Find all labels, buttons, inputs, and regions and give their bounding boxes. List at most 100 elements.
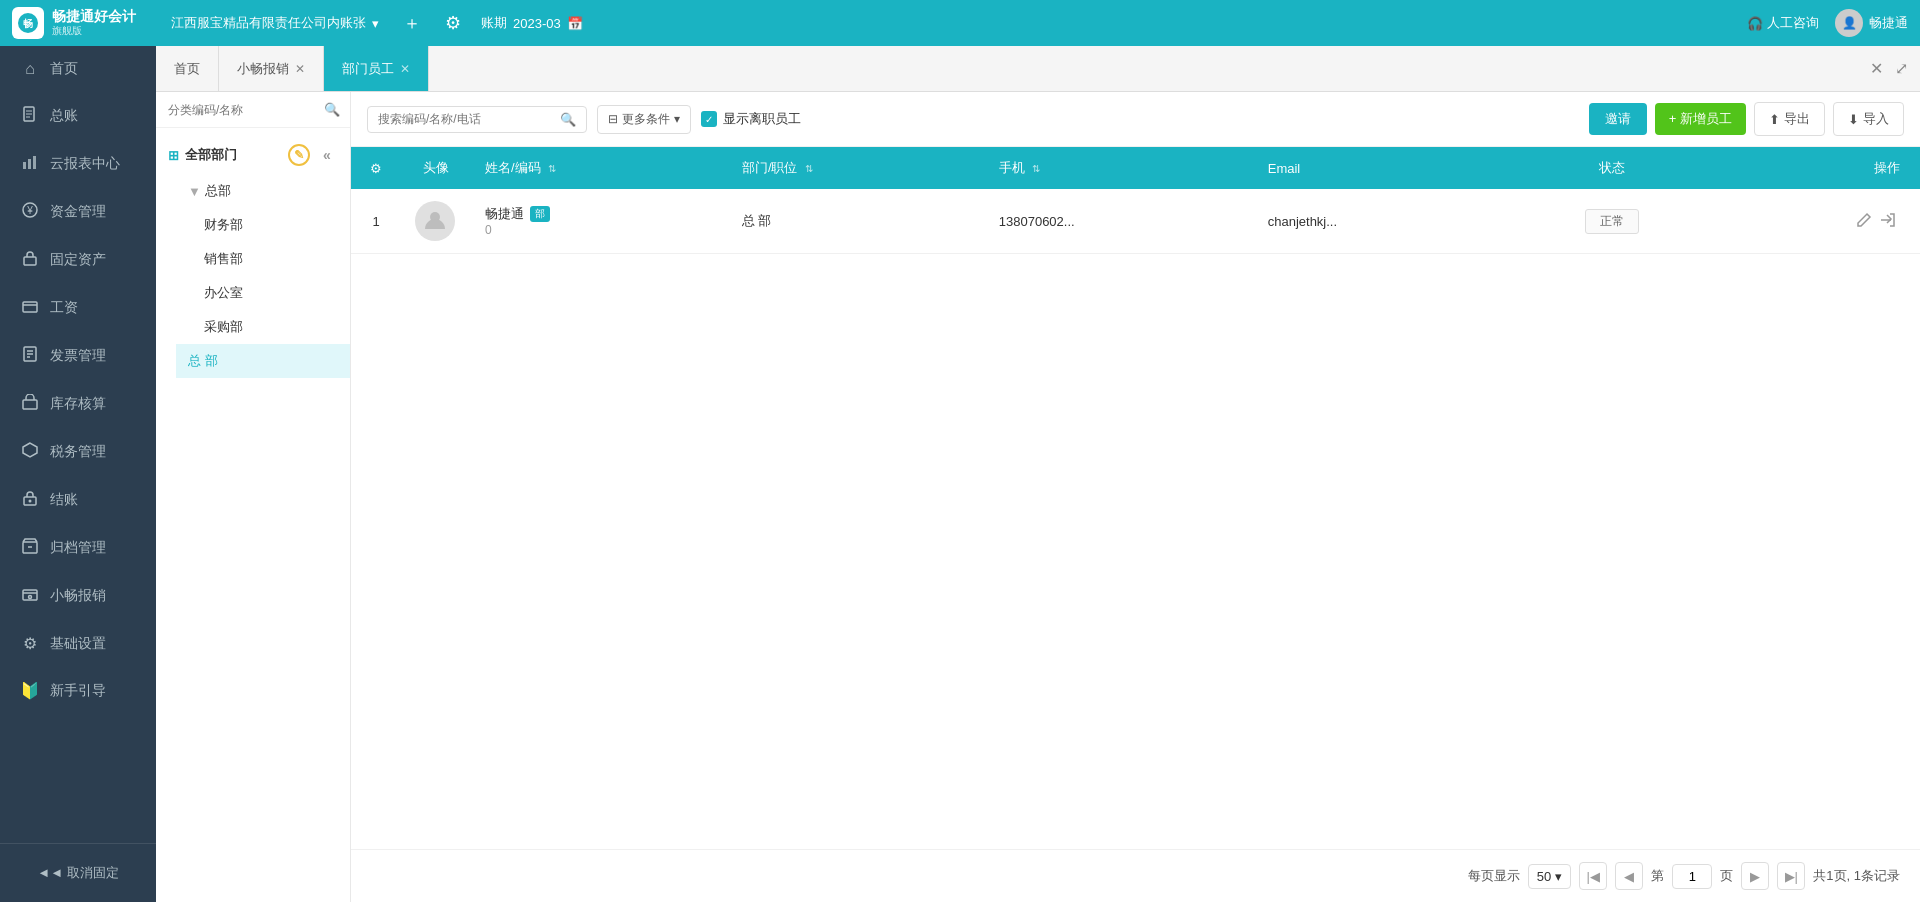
tab-close-button[interactable]: ✕ xyxy=(1870,59,1883,78)
sidebar-item-close[interactable]: 结账 xyxy=(0,476,156,524)
import-icon: ⬇ xyxy=(1848,112,1859,127)
sidebar-item-ledger[interactable]: 总账 xyxy=(0,92,156,140)
sidebar-item-reports[interactable]: 云报表中心 xyxy=(0,140,156,188)
tab-employees[interactable]: 部门员工 ✕ xyxy=(324,46,429,91)
show-resigned-checkbox[interactable]: ✓ xyxy=(701,111,717,127)
page-number-input[interactable] xyxy=(1672,864,1712,889)
sidebar-label-home: 首页 xyxy=(50,60,78,78)
next-page-button[interactable]: ▶ xyxy=(1741,862,1769,890)
content-area: 首页 小畅报销 ✕ 部门员工 ✕ ✕ ⤢ 🔍 xyxy=(156,46,1920,902)
col-phone[interactable]: 手机 ⇅ xyxy=(985,147,1254,189)
logout-button[interactable] xyxy=(1880,212,1896,231)
fixed-icon xyxy=(20,250,40,270)
user-avatar: 👤 xyxy=(1835,9,1863,37)
tab-expense-close[interactable]: ✕ xyxy=(295,62,305,76)
home-icon: ⌂ xyxy=(20,60,40,78)
status-badge: 正常 xyxy=(1585,209,1639,234)
sidebar-bottom: ◄◄ 取消固定 xyxy=(0,843,156,902)
tab-employees-close[interactable]: ✕ xyxy=(400,62,410,76)
dept-item-finance[interactable]: 财务部 xyxy=(192,208,350,242)
dept-collapse-button[interactable]: « xyxy=(316,144,338,166)
export-label: 导出 xyxy=(1784,110,1810,128)
filter-button[interactable]: ⊟ 更多条件 ▾ xyxy=(597,105,691,134)
dept-edit-button[interactable]: ✎ xyxy=(288,144,310,166)
dept-tree: ⊞ 全部部门 ✎ « ▼ 总部 xyxy=(156,128,350,902)
cell-phone: 138070602... xyxy=(985,189,1254,254)
settings-button[interactable]: ⚙ xyxy=(441,8,465,38)
per-page-select[interactable]: 50 ▾ xyxy=(1528,864,1571,889)
svg-rect-8 xyxy=(33,156,36,169)
dept-item-purchase[interactable]: 采购部 xyxy=(192,310,350,344)
logo-text-area: 畅捷通好会计 旗舰版 xyxy=(52,8,136,39)
sidebar-item-salary[interactable]: 工资 xyxy=(0,284,156,332)
dept-item-office[interactable]: 办公室 xyxy=(192,276,350,310)
tab-expand-button[interactable]: ⤢ xyxy=(1895,59,1908,78)
action-buttons xyxy=(1732,212,1906,231)
show-resigned-toggle[interactable]: ✓ 显示离职员工 xyxy=(701,110,801,128)
support-button[interactable]: 🎧 人工咨询 xyxy=(1747,14,1819,32)
svg-rect-18 xyxy=(23,400,37,409)
header-right: 🎧 人工咨询 👤 畅捷通 xyxy=(1747,9,1908,37)
invite-button[interactable]: 邀请 xyxy=(1589,103,1647,135)
tab-home[interactable]: 首页 xyxy=(156,46,219,91)
employee-search-input[interactable] xyxy=(378,112,554,126)
edit-button[interactable] xyxy=(1856,212,1872,231)
tab-employees-label: 部门员工 xyxy=(342,60,394,78)
cell-actions xyxy=(1718,189,1920,254)
per-page-chevron: ▾ xyxy=(1555,869,1562,884)
tab-expense[interactable]: 小畅报销 ✕ xyxy=(219,46,324,91)
dept-label-purchase: 采购部 xyxy=(204,318,243,336)
table-row: 1 畅捷通 部 xyxy=(351,189,1920,254)
dept-search-input[interactable] xyxy=(168,103,318,117)
table-body: 1 畅捷通 部 xyxy=(351,189,1920,254)
dept-item-hq[interactable]: ▼ 总部 xyxy=(176,174,350,208)
first-page-button[interactable]: |◀ xyxy=(1579,862,1607,890)
dept-label-general: 总 部 xyxy=(188,352,218,370)
user-info[interactable]: 👤 畅捷通 xyxy=(1835,9,1908,37)
filter-label: 更多条件 xyxy=(622,111,670,128)
search-icon[interactable]: 🔍 xyxy=(560,112,576,127)
svg-rect-7 xyxy=(28,159,31,169)
sidebar-item-inventory[interactable]: 库存核算 xyxy=(0,380,156,428)
prev-page-button[interactable]: ◀ xyxy=(1615,862,1643,890)
dept-search-icon[interactable]: 🔍 xyxy=(324,102,340,117)
sidebar-label-capital: 资金管理 xyxy=(50,203,106,221)
per-page-value: 50 xyxy=(1537,869,1551,884)
col-dept[interactable]: 部门/职位 ⇅ xyxy=(728,147,985,189)
sidebar-item-invoice[interactable]: 发票管理 xyxy=(0,332,156,380)
col-status: 状态 xyxy=(1506,147,1718,189)
calendar-icon[interactable]: 📅 xyxy=(567,16,583,31)
dept-root-all[interactable]: ⊞ 全部部门 ✎ « xyxy=(156,136,350,174)
sidebar-item-tax[interactable]: 税务管理 xyxy=(0,428,156,476)
tax-icon xyxy=(20,442,40,462)
sidebar-label-basic: 基础设置 xyxy=(50,635,106,653)
last-page-button[interactable]: ▶| xyxy=(1777,862,1805,890)
page-suffix: 页 xyxy=(1720,867,1733,885)
per-page-label: 每页显示 xyxy=(1468,867,1520,885)
import-button[interactable]: ⬇ 导入 xyxy=(1833,102,1904,136)
company-selector[interactable]: 江西服宝精品有限责任公司内账张 ▾ xyxy=(171,14,379,32)
export-button[interactable]: ⬆ 导出 xyxy=(1754,102,1825,136)
sidebar-item-home[interactable]: ⌂ 首页 xyxy=(0,46,156,92)
logo-subtitle: 旗舰版 xyxy=(52,24,136,38)
sort-dept-icon: ⇅ xyxy=(805,163,813,174)
sidebar-item-basic[interactable]: ⚙ 基础设置 xyxy=(0,620,156,667)
sidebar-item-expense[interactable]: 小畅报销 xyxy=(0,572,156,620)
col-name[interactable]: 姓名/编码 ⇅ xyxy=(471,147,728,189)
col-settings[interactable]: ⚙ xyxy=(351,147,401,189)
dept-item-general[interactable]: 总 部 xyxy=(176,344,350,378)
main-layout: ⌂ 首页 总账 云报表中心 ¥ 资金管理 固定资产 xyxy=(0,46,1920,902)
add-employee-button[interactable]: + 新增员工 xyxy=(1655,103,1746,135)
pagination: 每页显示 50 ▾ |◀ ◀ 第 页 ▶ ▶| 共1页, 1条记录 xyxy=(351,849,1920,902)
sort-name-icon: ⇅ xyxy=(548,163,556,174)
sidebar-item-guide[interactable]: 🔰 新手引导 xyxy=(0,667,156,714)
sidebar-item-fixed[interactable]: 固定资产 xyxy=(0,236,156,284)
sidebar-item-archive[interactable]: 归档管理 xyxy=(0,524,156,572)
dept-root-label: 全部部门 xyxy=(185,146,237,164)
sidebar-item-capital[interactable]: ¥ 资金管理 xyxy=(0,188,156,236)
cancel-fixed-button[interactable]: ◄◄ 取消固定 xyxy=(0,854,156,892)
dept-arrow-hq: ▼ xyxy=(188,184,201,199)
add-button[interactable]: ＋ xyxy=(399,7,425,39)
dept-item-sales[interactable]: 销售部 xyxy=(192,242,350,276)
support-label: 人工咨询 xyxy=(1767,14,1819,32)
